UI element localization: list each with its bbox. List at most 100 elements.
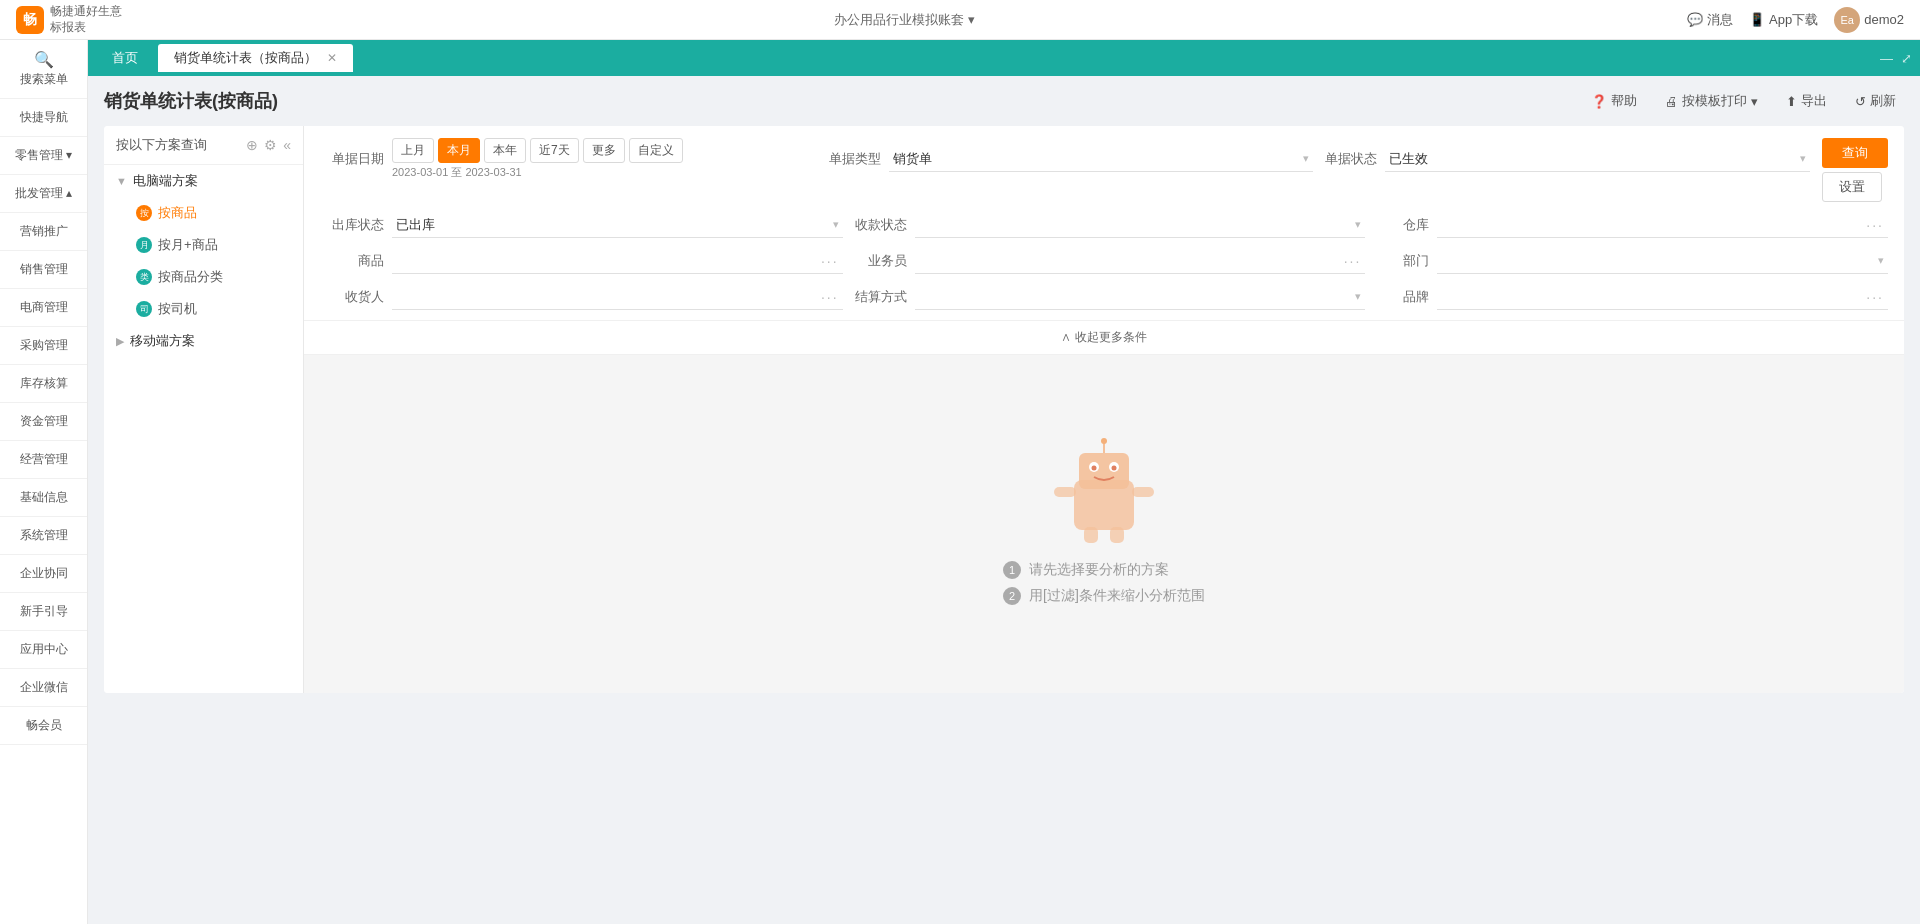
sidebar-item-quicknav[interactable]: 快捷导航 bbox=[0, 99, 87, 137]
product-scheme-icon: 按 bbox=[136, 205, 152, 221]
filter-cell-payment-method: 结算方式 ▾ bbox=[843, 284, 1366, 310]
chevron-right-icon: ▶ bbox=[116, 335, 124, 348]
svg-rect-6 bbox=[1054, 487, 1076, 497]
sidebar-item-purchase[interactable]: 采购管理 bbox=[0, 327, 87, 365]
setting-btn[interactable]: 设置 bbox=[1822, 172, 1882, 202]
filter-cell-payment-status: 收款状态 ▾ bbox=[843, 212, 1366, 238]
payment-method-select[interactable]: ▾ bbox=[915, 284, 1366, 310]
date-btn-this-month[interactable]: 本月 bbox=[438, 138, 480, 163]
maximize-icon[interactable]: ⤢ bbox=[1901, 51, 1912, 66]
sidebar-item-enterprise[interactable]: 企业协同 bbox=[0, 555, 87, 593]
empty-svg bbox=[1044, 435, 1164, 545]
doc-type-label: 单据类型 bbox=[817, 150, 889, 168]
date-btn-custom[interactable]: 自定义 bbox=[629, 138, 683, 163]
filter-cell-doc-type: 单据类型 销货单 ▾ bbox=[817, 138, 1314, 180]
payment-method-chevron: ▾ bbox=[1355, 290, 1361, 303]
tree-item-by-product[interactable]: 按 按商品 bbox=[104, 197, 303, 229]
tree-item-by-month-product[interactable]: 月 按月+商品 bbox=[104, 229, 303, 261]
warehouse-label: 仓库 bbox=[1365, 216, 1437, 234]
doc-status-select[interactable]: 已生效 ▾ bbox=[1385, 146, 1810, 172]
receiver-label: 收货人 bbox=[320, 288, 392, 306]
date-btn-7days[interactable]: 近7天 bbox=[530, 138, 579, 163]
main-section: 按以下方案查询 ⊕ ⚙ « ▼ 电脑端方案 bbox=[104, 126, 1904, 693]
minimize-icon[interactable]: — bbox=[1880, 51, 1893, 66]
date-btn-more[interactable]: 更多 bbox=[583, 138, 625, 163]
sidebar-item-basic[interactable]: 基础信息 bbox=[0, 479, 87, 517]
help-btn[interactable]: ❓ 帮助 bbox=[1583, 88, 1645, 114]
sidebar-item-wechat[interactable]: 企业微信 bbox=[0, 669, 87, 707]
sidebar-item-newbie[interactable]: 新手引导 bbox=[0, 593, 87, 631]
export-btn[interactable]: ⬆ 导出 bbox=[1778, 88, 1835, 114]
sidebar-item-retail[interactable]: 零售管理 ▾ bbox=[0, 137, 87, 175]
filter-area: 单据日期 上月 本月 本年 近7天 更多 自定义 bbox=[304, 126, 1904, 355]
header-actions: ❓ 帮助 🖨 按模板打印 ▾ ⬆ 导出 ↺ 刷新 bbox=[1583, 88, 1904, 114]
sidebar-item-marketing[interactable]: 营销推广 bbox=[0, 213, 87, 251]
brand-select[interactable]: ··· bbox=[1437, 284, 1888, 310]
sidebar-item-ecommerce[interactable]: 电商管理 bbox=[0, 289, 87, 327]
sidebar-item-wholesale[interactable]: 批发管理 ▴ bbox=[0, 175, 87, 213]
date-control: 上月 本月 本年 近7天 更多 自定义 2023-03-01 至 2023-03… bbox=[392, 138, 817, 180]
tree-item-by-sku[interactable]: 司 按司机 bbox=[104, 293, 303, 325]
doc-type-chevron: ▾ bbox=[1303, 152, 1309, 165]
warehouse-select[interactable]: ··· bbox=[1437, 212, 1888, 238]
collapse-panel-btn[interactable]: « bbox=[283, 137, 291, 153]
department-select[interactable]: ▾ bbox=[1437, 248, 1888, 274]
tree-item-desktop[interactable]: ▼ 电脑端方案 bbox=[104, 165, 303, 197]
user-avatar[interactable]: Ea demo2 bbox=[1834, 7, 1904, 33]
messages-btn[interactable]: 💬 消息 bbox=[1687, 11, 1733, 29]
right-area: 单据日期 上月 本月 本年 近7天 更多 自定义 bbox=[304, 126, 1904, 693]
tab-close-btn[interactable]: ✕ bbox=[327, 51, 337, 65]
sidebar-item-inventory[interactable]: 库存核算 bbox=[0, 365, 87, 403]
date-btn-this-year[interactable]: 本年 bbox=[484, 138, 526, 163]
query-btn[interactable]: 查询 bbox=[1822, 138, 1888, 168]
sidebar-item-search[interactable]: 🔍 搜索菜单 bbox=[0, 40, 87, 99]
sku-scheme-icon: 司 bbox=[136, 301, 152, 317]
refresh-btn[interactable]: ↺ 刷新 bbox=[1847, 88, 1904, 114]
sidebar-item-sales[interactable]: 销售管理 bbox=[0, 251, 87, 289]
topbar-left: 畅 畅捷通好生意 标报表 bbox=[16, 4, 122, 35]
product-label: 商品 bbox=[320, 252, 392, 270]
workspace-selector[interactable]: 办公用品行业模拟账套 ▾ bbox=[834, 11, 975, 29]
logo-icon: 畅 bbox=[16, 6, 44, 34]
doc-status-label: 单据状态 bbox=[1313, 150, 1385, 168]
brand-label: 品牌 bbox=[1365, 288, 1437, 306]
filter-cell-doc-status: 单据状态 已生效 ▾ bbox=[1313, 138, 1810, 180]
payment-status-chevron: ▾ bbox=[1355, 218, 1361, 231]
tree: ▼ 电脑端方案 按 按商品 月 按月+商品 类 bbox=[104, 165, 303, 357]
date-label: 单据日期 bbox=[320, 150, 392, 168]
collapse-bar[interactable]: ∧ 收起更多条件 bbox=[304, 320, 1904, 354]
filter-cell-receiver: 收货人 ··· bbox=[320, 284, 843, 310]
tree-item-by-category[interactable]: 类 按商品分类 bbox=[104, 261, 303, 293]
svg-rect-9 bbox=[1110, 527, 1124, 543]
tree-item-mobile[interactable]: ▶ 移动端方案 bbox=[104, 325, 303, 357]
empty-state: 1 请先选择要分析的方案 2 用[过滤]条件来缩小分析范围 bbox=[1003, 355, 1205, 693]
add-scheme-btn[interactable]: ⊕ bbox=[246, 137, 258, 153]
sidebar-item-finance[interactable]: 资金管理 bbox=[0, 403, 87, 441]
sidebar-item-appcenter[interactable]: 应用中心 bbox=[0, 631, 87, 669]
product-select[interactable]: ··· bbox=[392, 248, 843, 274]
svg-rect-8 bbox=[1084, 527, 1098, 543]
sidebar-item-member[interactable]: 畅会员 bbox=[0, 707, 87, 745]
out-status-select[interactable]: 已出库 ▾ bbox=[392, 212, 843, 238]
warehouse-dots: ··· bbox=[1866, 217, 1884, 233]
salesperson-select[interactable]: ··· bbox=[915, 248, 1366, 274]
brand-dots: ··· bbox=[1866, 289, 1884, 305]
print-btn[interactable]: 🖨 按模板打印 ▾ bbox=[1657, 88, 1766, 114]
help-icon: ❓ bbox=[1591, 94, 1607, 109]
export-icon: ⬆ bbox=[1786, 94, 1797, 109]
doc-type-select[interactable]: 销货单 ▾ bbox=[889, 146, 1314, 172]
date-btn-last-month[interactable]: 上月 bbox=[392, 138, 434, 163]
tab-bar: 首页 销货单统计表（按商品） ✕ — ⤢ bbox=[88, 40, 1920, 76]
receiver-select[interactable]: ··· bbox=[392, 284, 843, 310]
payment-status-select[interactable]: ▾ bbox=[915, 212, 1366, 238]
sidebar-item-operations[interactable]: 经营管理 bbox=[0, 441, 87, 479]
sidebar-item-system[interactable]: 系统管理 bbox=[0, 517, 87, 555]
category-scheme-icon: 类 bbox=[136, 269, 152, 285]
settings-scheme-btn[interactable]: ⚙ bbox=[264, 137, 277, 153]
receiver-dots: ··· bbox=[821, 289, 839, 305]
filter-top-actions: 查询 设置 bbox=[1822, 138, 1888, 202]
filter-cell-salesperson: 业务员 ··· bbox=[843, 248, 1366, 274]
app-download-btn[interactable]: 📱 App下载 bbox=[1749, 11, 1818, 29]
tab-home[interactable]: 首页 bbox=[96, 44, 154, 72]
tab-stats[interactable]: 销货单统计表（按商品） ✕ bbox=[158, 44, 353, 72]
